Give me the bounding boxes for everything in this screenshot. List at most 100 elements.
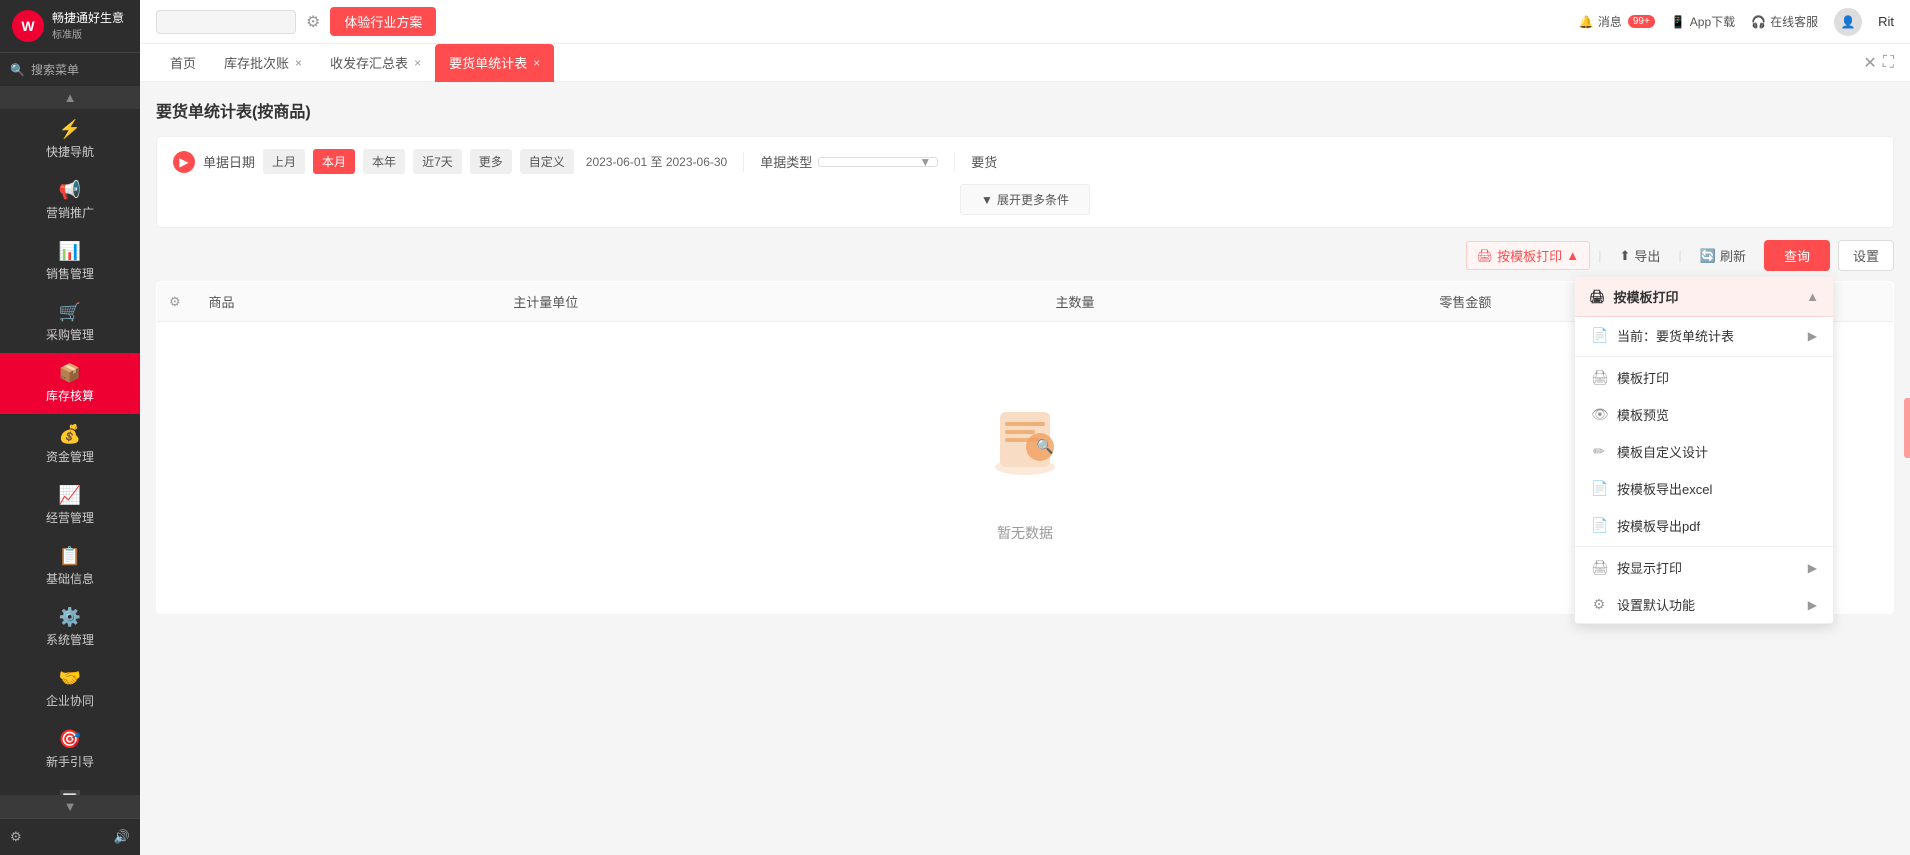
col-amount-label: 零售金额 bbox=[1439, 295, 1491, 310]
date-btn-year[interactable]: 本年 bbox=[363, 149, 405, 174]
tab-order-stat-label: 要货单统计表 bbox=[449, 53, 527, 72]
sidebar-item-operation[interactable]: 📈 经营管理 bbox=[0, 475, 140, 536]
dropdown-item-template-preview[interactable]: 👁 模板预览 bbox=[1575, 396, 1833, 433]
dropdown-item-export-excel[interactable]: 📄 按模板导出excel bbox=[1575, 470, 1833, 507]
dropdown-printer-icon: 🖨 bbox=[1589, 289, 1606, 305]
tab-close-all-icon[interactable]: ✕ bbox=[1863, 53, 1876, 73]
search-input[interactable] bbox=[156, 10, 296, 34]
export-label: 导出 bbox=[1634, 246, 1660, 265]
sidebar-item-quick-nav[interactable]: ⚡ 快捷导航 bbox=[0, 109, 140, 170]
template-print-btn[interactable]: 🖨 按模板打印 ▲ bbox=[1466, 241, 1590, 270]
dropdown-item-export-pdf[interactable]: 📄 按模板导出pdf bbox=[1575, 507, 1833, 544]
collab-icon: 🤝 bbox=[59, 668, 81, 689]
date-btn-week[interactable]: 近7天 bbox=[413, 149, 462, 174]
printer-icon: 🖨 bbox=[1477, 248, 1494, 264]
dropdown-item-template-design[interactable]: ✏ 模板自定义设计 bbox=[1575, 433, 1833, 470]
operation-icon: 📈 bbox=[59, 485, 81, 506]
sound-icon[interactable]: 🔊 bbox=[114, 829, 130, 845]
sidebar-item-basic[interactable]: 📋 基础信息 bbox=[0, 536, 140, 597]
current-template-label: 当前：要货单统计表 bbox=[1617, 326, 1734, 345]
headset-icon: 🎧 bbox=[1751, 15, 1766, 29]
tab-home[interactable]: 首页 bbox=[156, 44, 210, 82]
date-btn-prev[interactable]: 上月 bbox=[263, 149, 305, 174]
sidebar-item-marketing[interactable]: 📢 营销推广 bbox=[0, 170, 140, 231]
expand-more-btn[interactable]: ▼ 展开更多条件 bbox=[960, 184, 1090, 215]
finance-icon: 💰 bbox=[59, 424, 81, 445]
tab-bar: 首页 库存批次账 × 收发存汇总表 × 要货单统计表 × ✕ ⛶ bbox=[140, 44, 1910, 82]
date-btn-current[interactable]: 本月 bbox=[313, 149, 355, 174]
tab-expand-icon[interactable]: ⛶ bbox=[1883, 54, 1894, 72]
sidebar-item-finance[interactable]: 💰 资金管理 bbox=[0, 414, 140, 475]
dropdown-default-settings[interactable]: ⚙ 设置默认功能 ▶ bbox=[1575, 586, 1833, 623]
guide-icon: 🎯 bbox=[59, 729, 81, 750]
dropdown-current-template[interactable]: 📄 当前：要货单统计表 ▶ bbox=[1575, 317, 1833, 354]
sidebar-item-system[interactable]: ⚙️ 系统管理 bbox=[0, 597, 140, 658]
dropdown-divider1 bbox=[1575, 356, 1833, 357]
resize-handle[interactable] bbox=[1904, 398, 1910, 458]
filter-row-1: ▶ 单据日期 上月 本月 本年 近7天 更多 自定义 2023-06-01 至 … bbox=[173, 149, 1877, 174]
dropdown-close-icon[interactable]: ▲ bbox=[1806, 289, 1819, 304]
notifications-action[interactable]: 🔔 消息 99+ bbox=[1579, 13, 1655, 30]
dropdown-display-print[interactable]: 🖨 按显示打印 ▶ bbox=[1575, 549, 1833, 586]
tab-receipt[interactable]: 收发存汇总表 × bbox=[316, 44, 435, 82]
settings-icon[interactable]: ⚙ bbox=[10, 829, 22, 845]
search-menu-item[interactable]: 🔍 搜索菜单 bbox=[0, 53, 140, 86]
date-btn-custom[interactable]: 自定义 bbox=[520, 149, 574, 174]
export-btn[interactable]: ⬆ 导出 bbox=[1609, 242, 1670, 269]
page-title: 要货单统计表(按商品) bbox=[156, 98, 1894, 122]
sidebar-item-purchase[interactable]: 🛒 采购管理 bbox=[0, 292, 140, 353]
query-button[interactable]: 查询 bbox=[1764, 240, 1830, 271]
template-print-icon: 🖨 bbox=[1591, 369, 1607, 386]
trial-button[interactable]: 体验行业方案 bbox=[330, 7, 436, 36]
date-btn-more[interactable]: 更多 bbox=[470, 149, 512, 174]
phone-icon: 📱 bbox=[1671, 15, 1686, 29]
app-download-action[interactable]: 📱 App下载 bbox=[1671, 13, 1735, 30]
svg-text:🔍: 🔍 bbox=[1036, 437, 1053, 455]
default-settings-label: 设置默认功能 bbox=[1617, 595, 1695, 614]
filter-toggle-btn[interactable]: ▶ bbox=[173, 151, 195, 173]
current-template-arrow: ▶ bbox=[1808, 329, 1817, 343]
tab-order-stat[interactable]: 要货单统计表 × bbox=[435, 44, 554, 82]
col-quantity-label: 主数量 bbox=[1055, 295, 1094, 310]
table-settings-icon[interactable]: ⚙ bbox=[169, 294, 181, 309]
template-dropdown-menu: 🖨 按模板打印 ▲ 📄 当前：要货单统计表 ▶ 🖨 模板打印 bbox=[1574, 276, 1834, 624]
sidebar-item-guide[interactable]: 🎯 新手引导 bbox=[0, 719, 140, 780]
sidebar-item-app[interactable]: 🔲 应用中心 bbox=[0, 780, 140, 795]
main-area: ⚙ 体验行业方案 🔔 消息 99+ 📱 App下载 🎧 在线客服 👤 Rit bbox=[140, 0, 1910, 855]
inventory-icon: 📦 bbox=[59, 363, 81, 384]
app-download-label: App下载 bbox=[1690, 13, 1735, 30]
sidebar-scroll-down[interactable]: ▼ bbox=[0, 795, 140, 818]
empty-text: 暂无数据 bbox=[997, 523, 1053, 543]
sidebar-scroll-up[interactable]: ▲ bbox=[0, 86, 140, 109]
online-support-action[interactable]: 🎧 在线客服 bbox=[1751, 13, 1818, 30]
tab-receipt-close[interactable]: × bbox=[414, 56, 421, 70]
refresh-btn[interactable]: 🔄 刷新 bbox=[1690, 242, 1756, 269]
sidebar-item-inventory[interactable]: 📦 库存核算 bbox=[0, 353, 140, 414]
app-name: 畅捷通好生意 bbox=[52, 11, 124, 27]
dropdown-divider2 bbox=[1575, 546, 1833, 547]
type-dropdown[interactable]: ▼ bbox=[818, 157, 938, 167]
bell-icon: 🔔 bbox=[1579, 15, 1594, 29]
settings-button[interactable]: 设置 bbox=[1838, 240, 1894, 271]
dropdown-item-template-print[interactable]: 🖨 模板打印 bbox=[1575, 359, 1833, 396]
sidebar-item-label: 库存核算 bbox=[46, 387, 94, 404]
tab-receipt-label: 收发存汇总表 bbox=[330, 53, 408, 72]
sidebar-item-sales[interactable]: 📊 销售管理 bbox=[0, 231, 140, 292]
display-print-label: 按显示打印 bbox=[1617, 558, 1682, 577]
dropdown-item-label: 模板自定义设计 bbox=[1617, 442, 1708, 461]
date-label: 单据日期 bbox=[203, 152, 255, 171]
dropdown-title: 按模板打印 bbox=[1614, 287, 1679, 306]
marketing-icon: 📢 bbox=[59, 180, 81, 201]
avatar-icon: 👤 bbox=[1841, 15, 1856, 29]
tab-batch[interactable]: 库存批次账 × bbox=[210, 44, 316, 82]
tab-batch-close[interactable]: × bbox=[295, 56, 302, 70]
avatar[interactable]: 👤 bbox=[1834, 8, 1862, 36]
sidebar-item-label: 基础信息 bbox=[46, 570, 94, 587]
tab-order-stat-close[interactable]: × bbox=[533, 56, 540, 70]
sidebar-item-collab[interactable]: 🤝 企业协同 bbox=[0, 658, 140, 719]
gear-icon[interactable]: ⚙ bbox=[306, 12, 320, 32]
export-pdf-icon: 📄 bbox=[1591, 517, 1607, 534]
tab-batch-label: 库存批次账 bbox=[224, 53, 289, 72]
sidebar-item-label: 系统管理 bbox=[46, 631, 94, 648]
basic-icon: 📋 bbox=[59, 546, 81, 567]
